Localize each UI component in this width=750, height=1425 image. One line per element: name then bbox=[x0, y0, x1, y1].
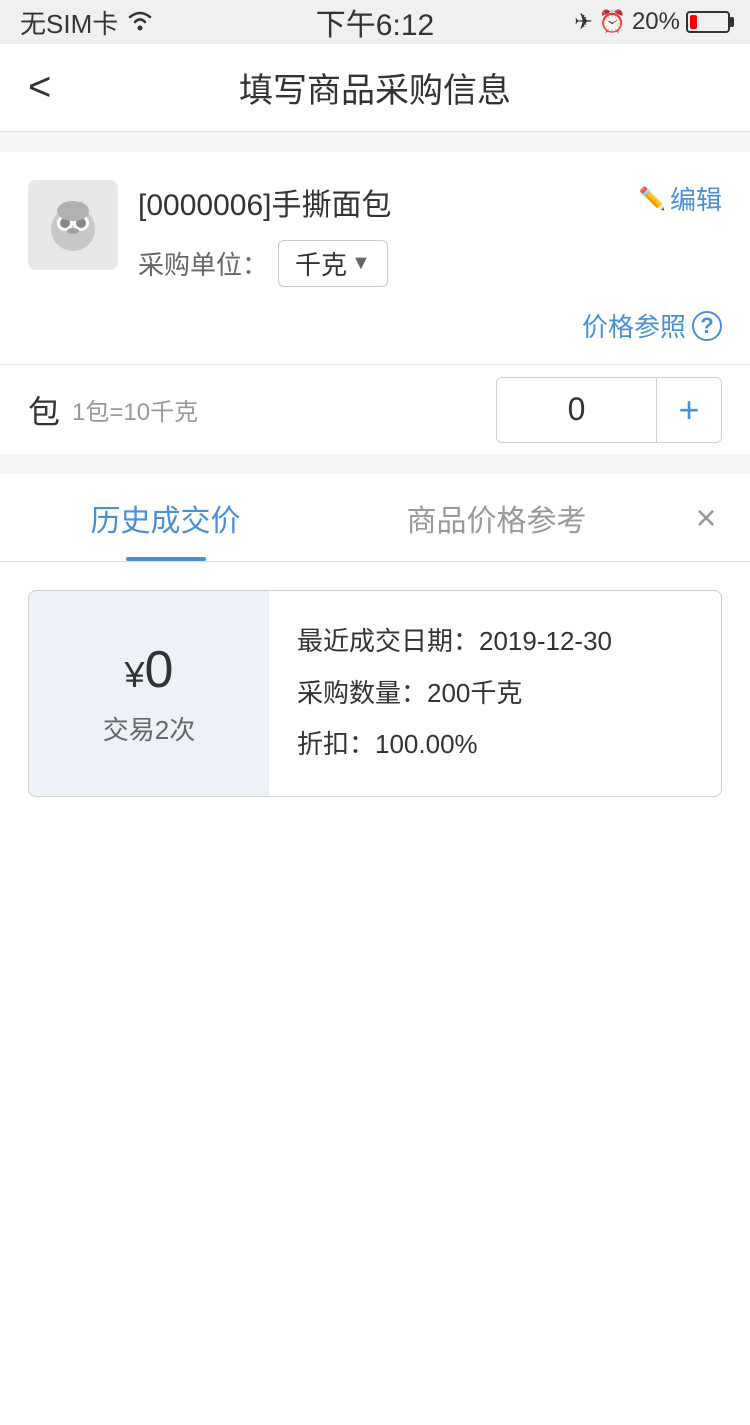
battery-fill bbox=[690, 15, 697, 29]
tabs-header: 历史成交价 商品价格参考 × bbox=[0, 474, 750, 562]
history-card: ¥0 交易2次 最近成交日期：2019-12-30 采购数量：200千克 折扣：… bbox=[28, 590, 722, 797]
history-trades-label: 交易2次 bbox=[103, 710, 195, 747]
quantity-sub-label: 1包=10千克 bbox=[72, 392, 198, 427]
unit-value: 千克 bbox=[295, 245, 347, 282]
edit-label: 编辑 bbox=[670, 180, 722, 217]
discount-item: 折扣：100.00% bbox=[297, 724, 693, 766]
purchase-qty-label: 采购数量： bbox=[297, 678, 427, 708]
price-value: 0 bbox=[145, 641, 174, 699]
nav-bar: < 填写商品采购信息 bbox=[0, 44, 750, 132]
unit-select[interactable]: 千克 ▼ bbox=[278, 240, 388, 287]
purchase-quantity-item: 采购数量：200千克 bbox=[297, 673, 693, 715]
tab-history-label: 历史成交价 bbox=[91, 496, 241, 540]
battery-percent: 20% bbox=[632, 8, 680, 36]
product-name: [0000006]手撕面包 bbox=[138, 180, 639, 224]
product-card: [0000006]手撕面包 采购单位： 千克 ▼ ✏️ 编辑 价格参照 ? bbox=[0, 152, 750, 364]
tab-active-indicator bbox=[126, 557, 206, 561]
recent-date-item: 最近成交日期：2019-12-30 bbox=[297, 621, 693, 663]
tabs-panel: 历史成交价 商品价格参考 × ¥0 交易2次 最近成交日期：2019-12-30… bbox=[0, 474, 750, 825]
alarm-icon: ⏰ bbox=[599, 9, 626, 35]
history-price-display: ¥0 bbox=[125, 640, 174, 700]
carrier-text: 无SIM卡 bbox=[20, 4, 118, 41]
product-unit-row: 采购单位： 千克 ▼ bbox=[138, 240, 639, 287]
wifi-icon bbox=[126, 7, 154, 38]
edit-button[interactable]: ✏️ 编辑 bbox=[639, 180, 722, 217]
quantity-left: 包 1包=10千克 bbox=[28, 387, 198, 433]
tab-price-ref-label: 商品价格参考 bbox=[407, 496, 587, 540]
tab-price-reference[interactable]: 商品价格参考 bbox=[331, 474, 662, 561]
history-details: 最近成交日期：2019-12-30 采购数量：200千克 折扣：100.00% bbox=[269, 591, 721, 796]
price-currency-symbol: ¥ bbox=[125, 654, 145, 695]
history-price-section: ¥0 交易2次 bbox=[29, 591, 269, 796]
quantity-controls: + bbox=[496, 377, 722, 443]
battery-icon bbox=[686, 11, 730, 33]
edit-icon: ✏️ bbox=[639, 186, 666, 212]
quantity-input[interactable] bbox=[497, 378, 657, 442]
tabs-close-button[interactable]: × bbox=[662, 474, 750, 562]
product-owl-icon bbox=[41, 193, 105, 257]
tab-history-price[interactable]: 历史成交价 bbox=[0, 474, 331, 561]
price-ref-row: 价格参照 ? bbox=[28, 307, 722, 344]
quantity-unit-label: 包 bbox=[28, 387, 60, 433]
discount-value: 100.00% bbox=[375, 729, 478, 759]
product-header: [0000006]手撕面包 采购单位： 千克 ▼ ✏️ 编辑 bbox=[28, 180, 722, 287]
history-content: ¥0 交易2次 最近成交日期：2019-12-30 采购数量：200千克 折扣：… bbox=[0, 562, 750, 825]
page-title: 填写商品采购信息 bbox=[239, 63, 511, 112]
price-ref-help-icon: ? bbox=[692, 311, 722, 341]
status-time: 下午6:12 bbox=[316, 0, 434, 44]
recent-date-value: 2019-12-30 bbox=[479, 626, 612, 656]
product-thumbnail bbox=[28, 180, 118, 270]
status-bar: 无SIM卡 下午6:12 ✈ ⏰ 20% bbox=[0, 0, 750, 44]
discount-label: 折扣： bbox=[297, 729, 375, 759]
quantity-plus-button[interactable]: + bbox=[657, 378, 721, 442]
price-ref-label: 价格参照 bbox=[582, 307, 686, 344]
unit-arrow-icon: ▼ bbox=[351, 252, 371, 275]
product-info: [0000006]手撕面包 采购单位： 千克 ▼ bbox=[138, 180, 639, 287]
recent-date-label: 最近成交日期： bbox=[297, 626, 479, 656]
purchase-qty-value: 200千克 bbox=[427, 678, 522, 708]
location-icon: ✈ bbox=[574, 9, 592, 35]
status-right: ✈ ⏰ 20% bbox=[574, 8, 730, 36]
quantity-row: 包 1包=10千克 + bbox=[0, 364, 750, 454]
price-ref-button[interactable]: 价格参照 ? bbox=[582, 307, 722, 344]
product-left: [0000006]手撕面包 采购单位： 千克 ▼ bbox=[28, 180, 639, 287]
unit-label: 采购单位： bbox=[138, 245, 268, 282]
back-button[interactable]: < bbox=[28, 65, 51, 110]
status-left: 无SIM卡 bbox=[20, 4, 154, 41]
page-bottom bbox=[0, 825, 750, 1425]
